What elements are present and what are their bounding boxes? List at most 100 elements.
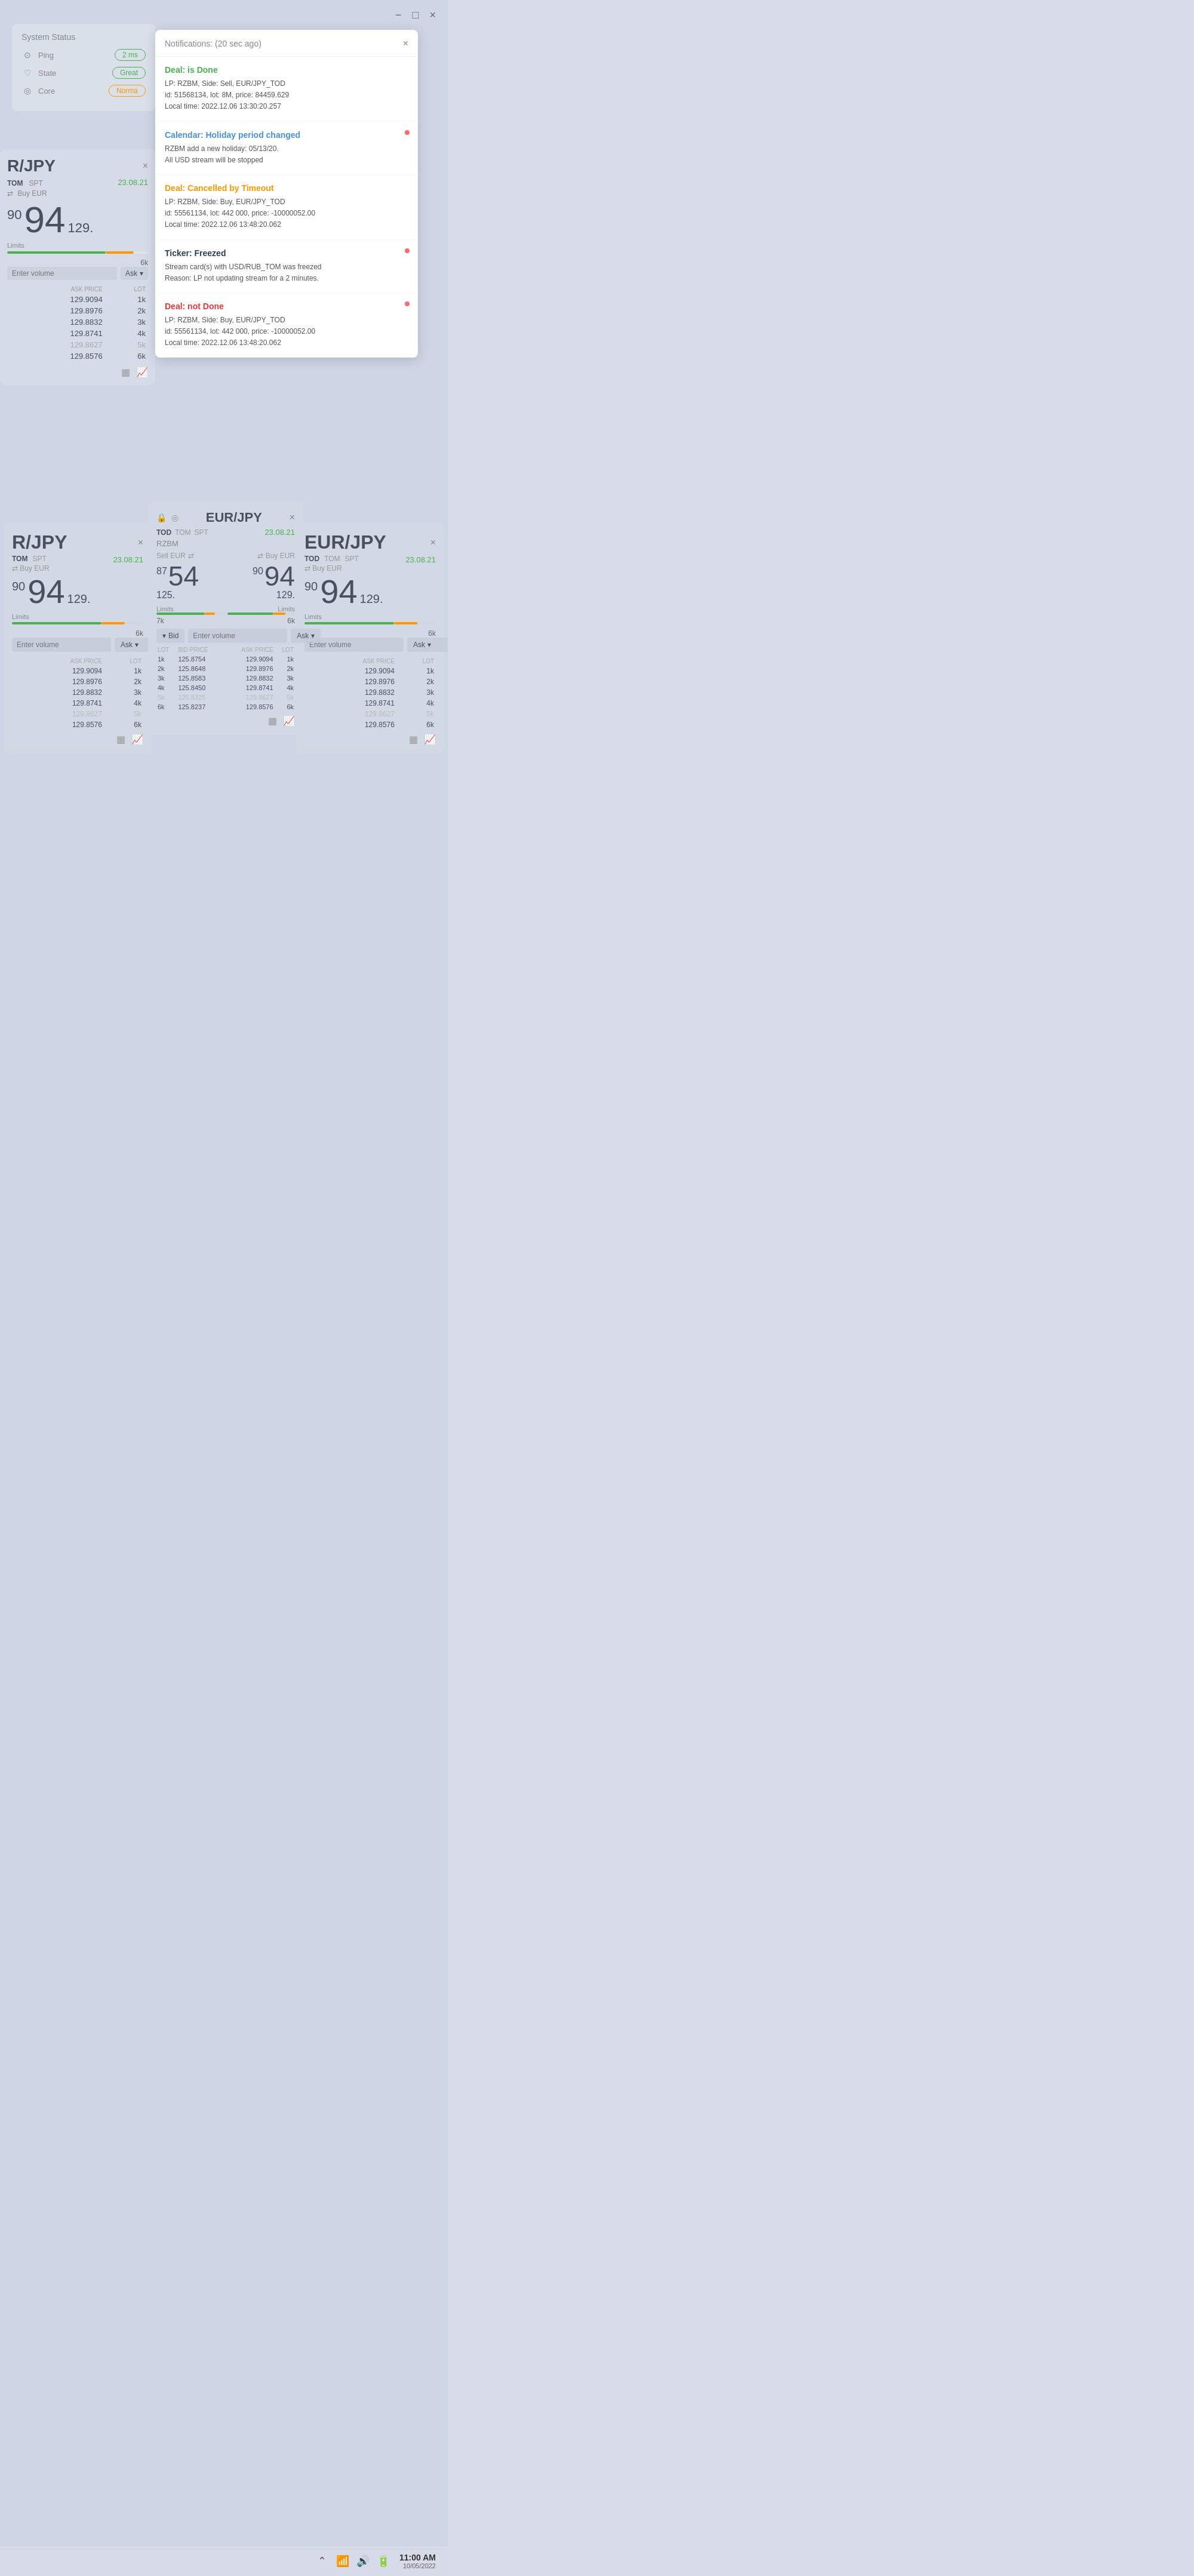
lock-icon: 🔒 [156,513,167,522]
center-limits: Limits Limits [156,605,295,613]
limits-label: Limits [7,242,24,249]
center-eur-jpy-card: 🔒 ◎ EUR/JPY × TOD TOM SPT 23.08.21 RZBM … [148,501,303,735]
top-left-price-main: 94 [24,201,65,238]
volume-input[interactable] [7,267,117,280]
bl-swap-icon: ⇄ [12,564,18,573]
center-chart-icon[interactable]: ▦ [268,715,277,727]
bl-price-super: 90 [12,580,25,593]
bottom-left-price: 90 94 129. [12,575,143,608]
state-icon: ♡ [21,68,33,78]
center-bid-select[interactable]: ▾ Bid [156,629,184,643]
center-price-table: LOT BID PRICE ASK PRICE LOT 1k125.875412… [156,645,295,712]
center-sell-swap-icon: ⇄ [188,552,194,560]
bottom-left-symbol: R/JPY [12,531,67,553]
notification-deal-not-done: Deal: not Done LP: RZBM, Side: Buy, EUR/… [155,293,418,358]
chart-icon[interactable]: ▦ [121,367,130,378]
bid-label: Bid [168,632,179,640]
bl-graph-icon[interactable]: 📈 [131,734,143,745]
notif-not-done-body: LP: RZBM, Side: Buy, EUR/JPY_TOD id: 555… [165,315,408,349]
bl-chart-icon[interactable]: ▦ [116,734,125,745]
sell-limits-val: 7k [156,617,164,625]
tab-spt[interactable]: SPT [29,179,42,187]
sell-price-sub: 125. [156,590,175,601]
table-row: 129.85766k [304,719,436,730]
bl-volume-row: Ask ▾ [12,638,143,652]
table-row: 129.87414k [12,698,143,709]
bottom-left-close-button[interactable]: × [138,537,143,548]
br-price-main: 94 [320,575,357,608]
bl-tab-tom[interactable]: TOM [12,555,27,563]
center-tab-tod[interactable]: TOD [156,528,171,537]
bottom-right-symbol: EUR/JPY [304,531,386,553]
ask-select[interactable]: Ask ▾ [121,267,148,280]
center-sell-buy-labels: Sell EUR ⇄ ⇄ Buy EUR [156,552,295,560]
br-tab-tod[interactable]: TOD [304,555,319,563]
bl-price-table: ASK PRICE LOT 129.90941k 129.89762k 129.… [12,657,143,730]
core-badge: Norma [109,85,146,97]
center-tab-spt[interactable]: SPT [195,528,208,537]
center-date: 23.08.21 [264,528,295,537]
center-buy-swap-icon: ⇄ [257,552,263,560]
center-bid-header: BID PRICE [177,645,224,654]
notifications-close-button[interactable]: × [403,38,408,49]
sell-price-super: 87 [156,566,167,577]
ask-chevron-icon: ▾ [140,269,143,278]
tab-tom[interactable]: TOM [7,179,23,187]
br-ask-select[interactable]: Ask ▾ [407,638,448,652]
center-graph-icon[interactable]: 📈 [283,715,295,727]
notif-ticker-body: Stream card(s) with USD/RUB_TOM was free… [165,261,408,284]
top-left-close-button[interactable]: × [143,161,148,171]
table-row: 129.88323k [7,316,148,328]
br-chart-icon[interactable]: ▦ [409,734,418,745]
center-volume-input[interactable] [188,629,287,643]
graph-icon[interactable]: 📈 [136,367,148,378]
br-price-table: ASK PRICE LOT 129.90941k 129.89762k 129.… [304,657,436,730]
center-ask-chevron-icon: ▾ [311,632,315,640]
nav-up-icon[interactable]: ⌃ [318,2555,327,2568]
notif-calendar-title: Calendar: Holiday period changed [165,130,408,140]
bl-volume-input[interactable] [12,638,111,652]
notification-deal-done: Deal: is Done LP: RZBM, Side: Sell, EUR/… [155,57,418,122]
bottom-right-close-button[interactable]: × [430,537,436,548]
br-tab-tom[interactable]: TOM [324,555,340,563]
br-graph-icon[interactable]: 📈 [424,734,436,745]
center-bid-ask-controls: ▾ Bid Ask ▾ [156,629,295,643]
br-tab-spt[interactable]: SPT [345,555,359,563]
bl-price-sub: 129. [67,592,91,606]
maximize-button[interactable]: □ [413,9,419,21]
notification-calendar-holiday: Calendar: Holiday period changed RZBM ad… [155,122,418,175]
bottom-right-date: 23.08.21 [405,555,436,564]
table-row: 1k125.8754129.90941k [156,654,295,664]
notif-ticker-title: Ticker: Freezed [165,248,408,258]
state-badge: Great [112,67,146,79]
minimize-button[interactable]: − [395,9,402,21]
volume-row: Ask ▾ [7,267,148,280]
notif-deal-done-title: Deal: is Done [165,65,408,75]
center-close-button[interactable]: × [290,512,295,523]
bl-limits-bar [12,622,143,624]
system-status-title: System Status [21,32,146,42]
notif-deal-done-body: LP: RZBM, Side: Sell, EUR/JPY_TOD id: 51… [165,78,408,113]
bottom-right-direction: ⇄ Buy EUR [304,564,436,573]
bl-lot-header: LOT [104,657,143,666]
lot-header: LOT [105,285,148,294]
center-ask-select[interactable]: Ask ▾ [291,629,321,643]
status-bar-time: 11:00 AM 10/05/2022 [399,2553,436,2569]
br-volume-row: Ask ▾ [304,638,436,652]
center-card-icons: 🔒 ◎ [156,513,179,522]
close-window-button[interactable]: × [429,9,436,21]
wifi-icon: 📶 [336,2555,349,2568]
ping-row: ⊙ Ping 2 ms [21,49,146,61]
table-row: 129.86275k [7,339,148,350]
target-icon: ◎ [171,513,179,522]
center-buy-label: Buy EUR [266,552,295,560]
center-ask-header: ASK PRICE [224,645,275,654]
bl-tab-spt[interactable]: SPT [32,555,46,563]
center-tab-tom[interactable]: TOM [175,528,190,537]
ask-price-header: ASK PRICE [7,285,105,294]
notifications-panel: Notifications: (20 sec ago) × Deal: is D… [155,30,418,358]
center-lot2-header: LOT [275,645,295,654]
bottom-left-direction: ⇄ Buy EUR [12,564,143,573]
bl-chevron-icon: ▾ [135,641,139,649]
table-row: 129.87414k [7,328,148,339]
